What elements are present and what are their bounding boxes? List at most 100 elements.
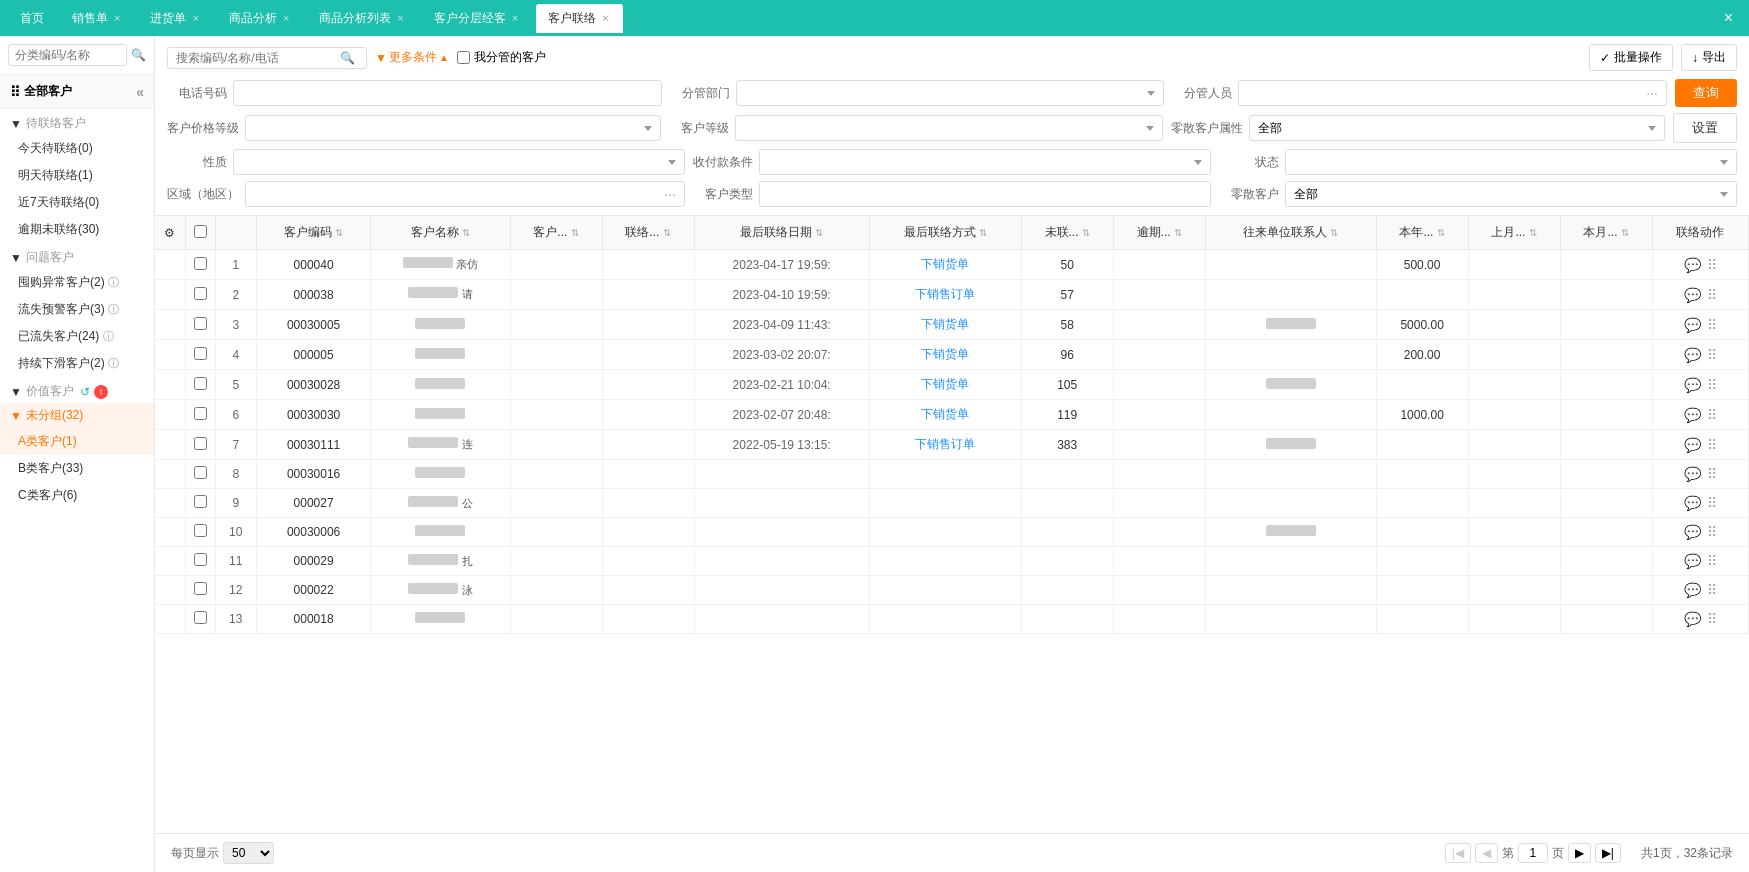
nav-customer-segment-close[interactable]: × (510, 12, 520, 24)
my-customers-checkbox[interactable]: 我分管的客户 (457, 49, 546, 66)
search-icon[interactable]: 🔍 (131, 48, 146, 62)
th-last-contact-method[interactable]: 最后联络方式 ⇅ (869, 216, 1021, 250)
cell-last-contact-method[interactable]: 下销货单 (869, 340, 1021, 370)
region-input[interactable]: ··· (245, 181, 685, 207)
sidebar-item-abnormal[interactable]: 囤购异常客户(2) ⓘ (0, 269, 154, 296)
comment-icon[interactable]: 💬 (1684, 495, 1701, 511)
row-checkbox[interactable] (194, 317, 207, 330)
comment-icon[interactable]: 💬 (1684, 553, 1701, 569)
grid-action-icon[interactable]: ⠿ (1707, 466, 1717, 482)
nature-input[interactable] (233, 149, 685, 175)
sidebar-item-class-b[interactable]: B类客户(33) (0, 455, 154, 482)
region-dots-icon[interactable]: ··· (664, 186, 676, 202)
first-page-btn[interactable]: |◀ (1445, 843, 1471, 863)
collapse-icon[interactable]: « (136, 84, 144, 100)
cell-last-contact-method[interactable]: 下销售订单 (869, 280, 1021, 310)
grid-action-icon[interactable]: ⠿ (1707, 553, 1717, 569)
dots-icon[interactable]: ··· (1646, 85, 1658, 101)
cell-checkbox[interactable] (185, 460, 215, 489)
cell-checkbox[interactable] (185, 310, 215, 340)
row-checkbox[interactable] (194, 347, 207, 360)
th-this-year[interactable]: 本年... ⇅ (1376, 216, 1468, 250)
th-last-month[interactable]: 上月... ⇅ (1468, 216, 1560, 250)
customer-level-input[interactable] (735, 115, 1163, 141)
row-checkbox[interactable] (194, 611, 207, 624)
page-input[interactable] (1518, 843, 1548, 863)
grid-action-icon[interactable]: ⠿ (1707, 611, 1717, 627)
select-all-checkbox[interactable] (194, 225, 207, 238)
cell-checkbox[interactable] (185, 489, 215, 518)
prev-page-btn[interactable]: ◀ (1475, 843, 1498, 863)
cell-checkbox[interactable] (185, 370, 215, 400)
nav-goods-list-close[interactable]: × (395, 12, 405, 24)
cell-checkbox[interactable] (185, 605, 215, 634)
reset-btn[interactable]: 设置 (1673, 113, 1737, 143)
row-checkbox[interactable] (194, 582, 207, 595)
contact-method-link[interactable]: 下销货单 (921, 377, 969, 391)
price-level-input[interactable] (245, 115, 661, 141)
sidebar-item-lost[interactable]: 已流失客户(24) ⓘ (0, 323, 154, 350)
row-checkbox[interactable] (194, 466, 207, 479)
row-checkbox[interactable] (194, 257, 207, 270)
more-conditions-btn[interactable]: ▼ 更多条件 ▲ (375, 49, 449, 66)
dept-input[interactable] (736, 80, 1165, 106)
cell-checkbox[interactable] (185, 400, 215, 430)
query-btn[interactable]: 查询 (1675, 79, 1737, 107)
row-checkbox[interactable] (194, 553, 207, 566)
th-code[interactable]: 客户编码 ⇅ (257, 216, 371, 250)
export-btn[interactable]: ↓ 导出 (1681, 44, 1737, 71)
cell-checkbox[interactable] (185, 576, 215, 605)
th-settings[interactable]: ⚙ (155, 216, 185, 250)
cell-last-contact-method[interactable] (869, 576, 1021, 605)
row-checkbox[interactable] (194, 495, 207, 508)
comment-icon[interactable]: 💬 (1684, 257, 1701, 273)
cell-last-contact-method[interactable] (869, 547, 1021, 576)
contact-method-link[interactable]: 下销货单 (921, 347, 969, 361)
status-input[interactable] (1285, 149, 1737, 175)
cell-checkbox[interactable] (185, 250, 215, 280)
contact-method-link[interactable]: 下销售订单 (915, 437, 975, 451)
grid-action-icon[interactable]: ⠿ (1707, 377, 1717, 393)
row-checkbox[interactable] (194, 524, 207, 537)
cell-checkbox[interactable] (185, 430, 215, 460)
cell-checkbox[interactable] (185, 340, 215, 370)
row-checkbox[interactable] (194, 287, 207, 300)
comment-icon[interactable]: 💬 (1684, 407, 1701, 423)
comment-icon[interactable]: 💬 (1684, 287, 1701, 303)
cell-last-contact-method[interactable]: 下销货单 (869, 250, 1021, 280)
sidebar-item-class-a[interactable]: A类客户(1) (0, 428, 154, 455)
grid-action-icon[interactable]: ⠿ (1707, 317, 1717, 333)
grid-action-icon[interactable]: ⠿ (1707, 524, 1717, 540)
cell-last-contact-method[interactable] (869, 605, 1021, 634)
th-last-contact-date[interactable]: 最后联络日期 ⇅ (694, 216, 869, 250)
cell-last-contact-method[interactable]: 下销售订单 (869, 430, 1021, 460)
comment-icon[interactable]: 💬 (1684, 611, 1701, 627)
contact-method-link[interactable]: 下销货单 (921, 407, 969, 421)
batch-operation-btn[interactable]: ✓ 批量操作 (1589, 44, 1673, 71)
sidebar-item-ungroued[interactable]: ▼ 未分组(32) (0, 403, 154, 428)
nav-sales[interactable]: 销售单 × (60, 4, 134, 33)
per-page-select[interactable]: 50 20 100 (223, 842, 274, 864)
cell-checkbox[interactable] (185, 280, 215, 310)
grid-action-icon[interactable]: ⠿ (1707, 495, 1717, 511)
contact-method-link[interactable]: 下销售订单 (915, 287, 975, 301)
nav-customer-contact[interactable]: 客户联络 × (536, 4, 622, 33)
sidebar-item-class-c[interactable]: C类客户(6) (0, 482, 154, 509)
sidebar-item-declining[interactable]: 持续下滑客户(2) ⓘ (0, 350, 154, 377)
th-contact-person[interactable]: 往来单位联系人 ⇅ (1205, 216, 1376, 250)
comment-icon[interactable]: 💬 (1684, 466, 1701, 482)
th-contact[interactable]: 联络... ⇅ (602, 216, 694, 250)
th-type[interactable]: 客户... ⇅ (510, 216, 602, 250)
next-page-btn[interactable]: ▶ (1568, 843, 1591, 863)
cell-checkbox[interactable] (185, 518, 215, 547)
window-close-btn[interactable]: × (1716, 5, 1741, 31)
row-checkbox[interactable] (194, 437, 207, 450)
sidebar-item-7days[interactable]: 近7天待联络(0) (0, 189, 154, 216)
th-checkbox[interactable] (185, 216, 215, 250)
search-input[interactable] (176, 51, 336, 65)
retail-customer-input[interactable]: 全部 (1285, 181, 1737, 207)
nav-purchase-close[interactable]: × (190, 12, 200, 24)
cell-last-contact-method[interactable] (869, 518, 1021, 547)
cell-last-contact-method[interactable]: 下销货单 (869, 310, 1021, 340)
row-checkbox[interactable] (194, 377, 207, 390)
